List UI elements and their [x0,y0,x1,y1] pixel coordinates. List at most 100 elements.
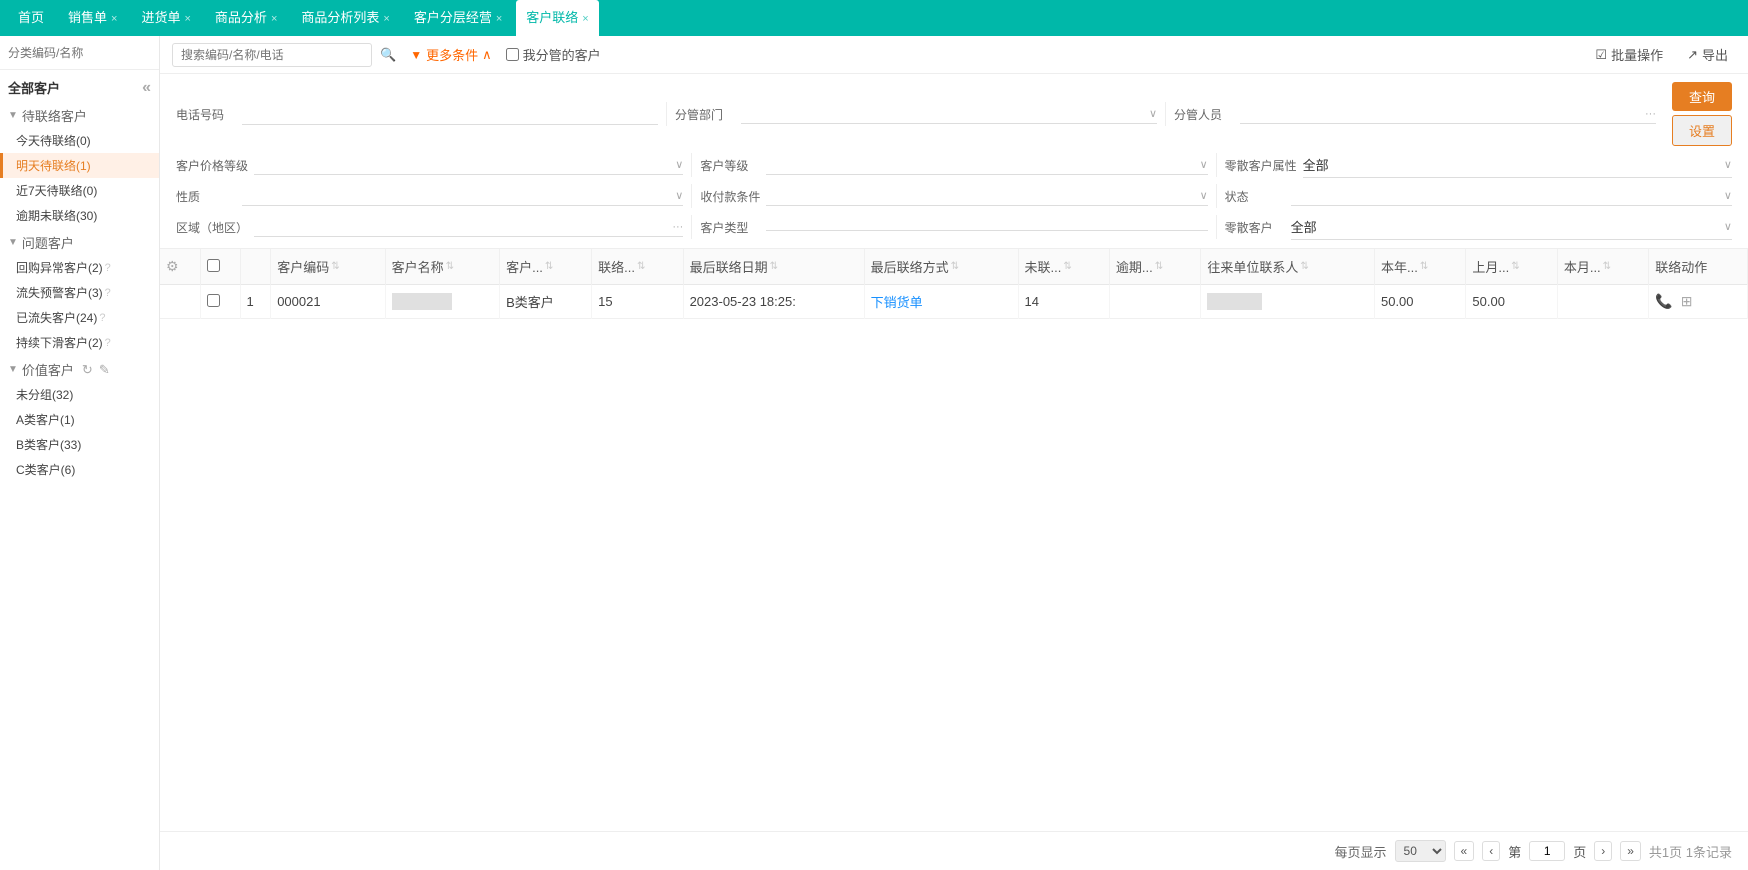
th-overdue[interactable]: 逾期...⇅ [1109,249,1200,285]
filter-row-2: 客户价格等级 ∨ 客户等级 ∨ 零散客户属性 [176,152,1732,178]
batch-btn[interactable]: ☑ 批量操作 [1587,42,1671,67]
sidebar-item-class-c[interactable]: C类客户(6) [0,457,159,482]
advanced-filter: 电话号码 分管部门 ∨ 分管人员 ··· [160,74,1748,249]
filter-person: 分管人员 ··· [1174,105,1656,124]
nav-customer-tier[interactable]: 客户分层经营× [404,0,512,36]
sidebar-item-declining[interactable]: 持续下滑客户(2) ? [0,330,159,355]
sidebar-item-class-a[interactable]: A类客户(1) [0,407,159,432]
th-type[interactable]: 客户...⇅ [500,249,592,285]
more-conditions-btn[interactable]: ▼ 更多条件 ∧ [404,42,497,67]
th-code[interactable]: 客户编码⇅ [271,249,385,285]
payment-select[interactable]: ∨ [766,186,1207,206]
sidebar-item-class-b[interactable]: B类客户(33) [0,432,159,457]
cell-name [385,285,499,319]
main-layout: 🔍 全部客户 « ▼ 待联络客户 今天待联络(0) 明天待联络(1) 近7天待联… [0,36,1748,870]
sidebar-search-input[interactable] [8,46,160,60]
customer-type-select[interactable] [766,224,1207,231]
th-checkbox[interactable] [200,249,240,285]
cell-last-month: 50.00 [1466,285,1557,319]
dept-select[interactable]: ∨ [741,104,1157,124]
th-settings[interactable]: ⚙ [160,249,200,285]
page-input[interactable] [1529,841,1565,861]
sidebar-item-abnormal[interactable]: 回购异常客户(2) ? [0,255,159,280]
cell-type: B类客户 [500,285,592,319]
nature-select[interactable]: ∨ [242,186,683,206]
th-this-month[interactable]: 本月...⇅ [1557,249,1648,285]
retail-select[interactable]: 全部 ∨ [1291,214,1732,240]
search-icon[interactable]: 🔍 [380,47,396,63]
th-no-contact[interactable]: 未联...⇅ [1018,249,1109,285]
filter-customer-type: 客户类型 [700,219,1207,236]
th-this-year[interactable]: 本年...⇅ [1374,249,1465,285]
filter-row-3: 性质 ∨ 收付款条件 ∨ 状态 [176,184,1732,208]
nav-home[interactable]: 首页 [8,0,54,36]
action-grid-icon[interactable]: ⊞ [1681,293,1693,310]
sidebar-item-ungrouped[interactable]: 未分组(32) [0,382,159,407]
sidebar-item-overdue[interactable]: 逾期未联络(30) [0,203,159,228]
cell-no-contact: 14 [1018,285,1109,319]
my-customers-checkbox-label[interactable]: 我分管的客户 [506,45,601,64]
table-body: 1 000021 B类客户 15 2023-05-23 18:25: 下销货单 … [160,285,1748,319]
area-select[interactable]: ··· [254,218,683,237]
nav-product-analysis[interactable]: 商品分析× [205,0,287,36]
export-btn[interactable]: ↗ 导出 [1679,42,1736,67]
page-size-select[interactable]: 50 100 200 [1395,840,1446,862]
filter-price-level: 客户价格等级 ∨ [176,155,683,175]
cell-action: 📞 ⊞ [1649,285,1748,319]
person-select[interactable]: ··· [1240,105,1656,124]
th-last-date[interactable]: 最后联络日期⇅ [683,249,864,285]
set-btn[interactable]: 设置 [1672,115,1732,146]
th-contacts[interactable]: 联络...⇅ [592,249,683,285]
nav-customer-contact[interactable]: 客户联络× [516,0,598,36]
cell-overdue [1109,285,1200,319]
query-btn[interactable]: 查询 [1672,82,1732,111]
status-select[interactable]: ∨ [1291,186,1732,206]
nav-sales[interactable]: 销售单× [58,0,127,36]
my-customers-checkbox[interactable] [506,48,519,61]
first-page-btn[interactable]: « [1454,841,1475,861]
nav-purchase[interactable]: 进货单× [131,0,200,36]
nav-product-list[interactable]: 商品分析列表× [291,0,399,36]
filter-customer-level: 客户等级 ∨ [700,155,1207,175]
cell-code: 000021 [271,285,385,319]
th-last-method[interactable]: 最后联络方式⇅ [864,249,1018,285]
cell-unit-contact [1201,285,1375,319]
sidebar-item-warning[interactable]: 流失预警客户(3) ? [0,280,159,305]
last-page-btn[interactable]: » [1620,841,1641,861]
filter-retail-attr: 零散客户属性 全部 ∨ [1225,152,1732,178]
cell-checkbox[interactable] [200,285,240,319]
th-name[interactable]: 客户名称⇅ [385,249,499,285]
filter-area: 区域（地区） ··· [176,218,683,237]
phone-input[interactable] [242,104,658,125]
cell-settings [160,285,200,319]
row-checkbox[interactable] [207,294,220,307]
last-method-link[interactable]: 下销货单 [871,295,923,310]
filter-row-4: 区域（地区） ··· 客户类型 零散客户 [176,214,1732,240]
prev-page-btn[interactable]: ‹ [1482,841,1500,861]
sidebar-group-value: ▼ 价值客户 ↻ ✎ [0,355,159,382]
th-unit-contact[interactable]: 往来单位联系人⇅ [1201,249,1375,285]
price-level-select[interactable]: ∨ [254,155,683,175]
select-all-checkbox[interactable] [207,259,220,272]
sidebar-all-customers[interactable]: 全部客户 « [0,70,159,101]
sidebar-value-refresh[interactable]: ↻ [82,362,93,378]
search-input[interactable] [172,43,372,67]
action-phone-icon[interactable]: 📞 [1655,293,1672,310]
sidebar-item-today[interactable]: 今天待联络(0) [0,128,159,153]
right-content: 🔍 ▼ 更多条件 ∧ 我分管的客户 ☑ 批量操作 ↗ 导出 [160,36,1748,870]
filter-status: 状态 ∨ [1225,186,1732,206]
filter-dept: 分管部门 ∨ [675,104,1157,124]
sidebar-group-pending: ▼ 待联络客户 [0,101,159,128]
next-page-btn[interactable]: › [1594,841,1612,861]
customer-level-select[interactable]: ∨ [766,155,1207,175]
sidebar-item-7days[interactable]: 近7天待联络(0) [0,178,159,203]
th-last-month[interactable]: 上月...⇅ [1466,249,1557,285]
sidebar-group-problem: ▼ 问题客户 [0,228,159,255]
retail-attr-select[interactable]: 全部 ∨ [1303,152,1732,178]
cell-last-method[interactable]: 下销货单 [864,285,1018,319]
sidebar-collapse-btn[interactable]: « [142,79,151,97]
sidebar-value-edit[interactable]: ✎ [99,362,110,378]
sidebar-item-lost[interactable]: 已流失客户(24) ? [0,305,159,330]
sidebar-item-tomorrow[interactable]: 明天待联络(1) [0,153,159,178]
customer-table: ⚙ 客户编码⇅ 客户名称⇅ 客户...⇅ 联络...⇅ 最后联络日期⇅ 最后联络… [160,249,1748,319]
